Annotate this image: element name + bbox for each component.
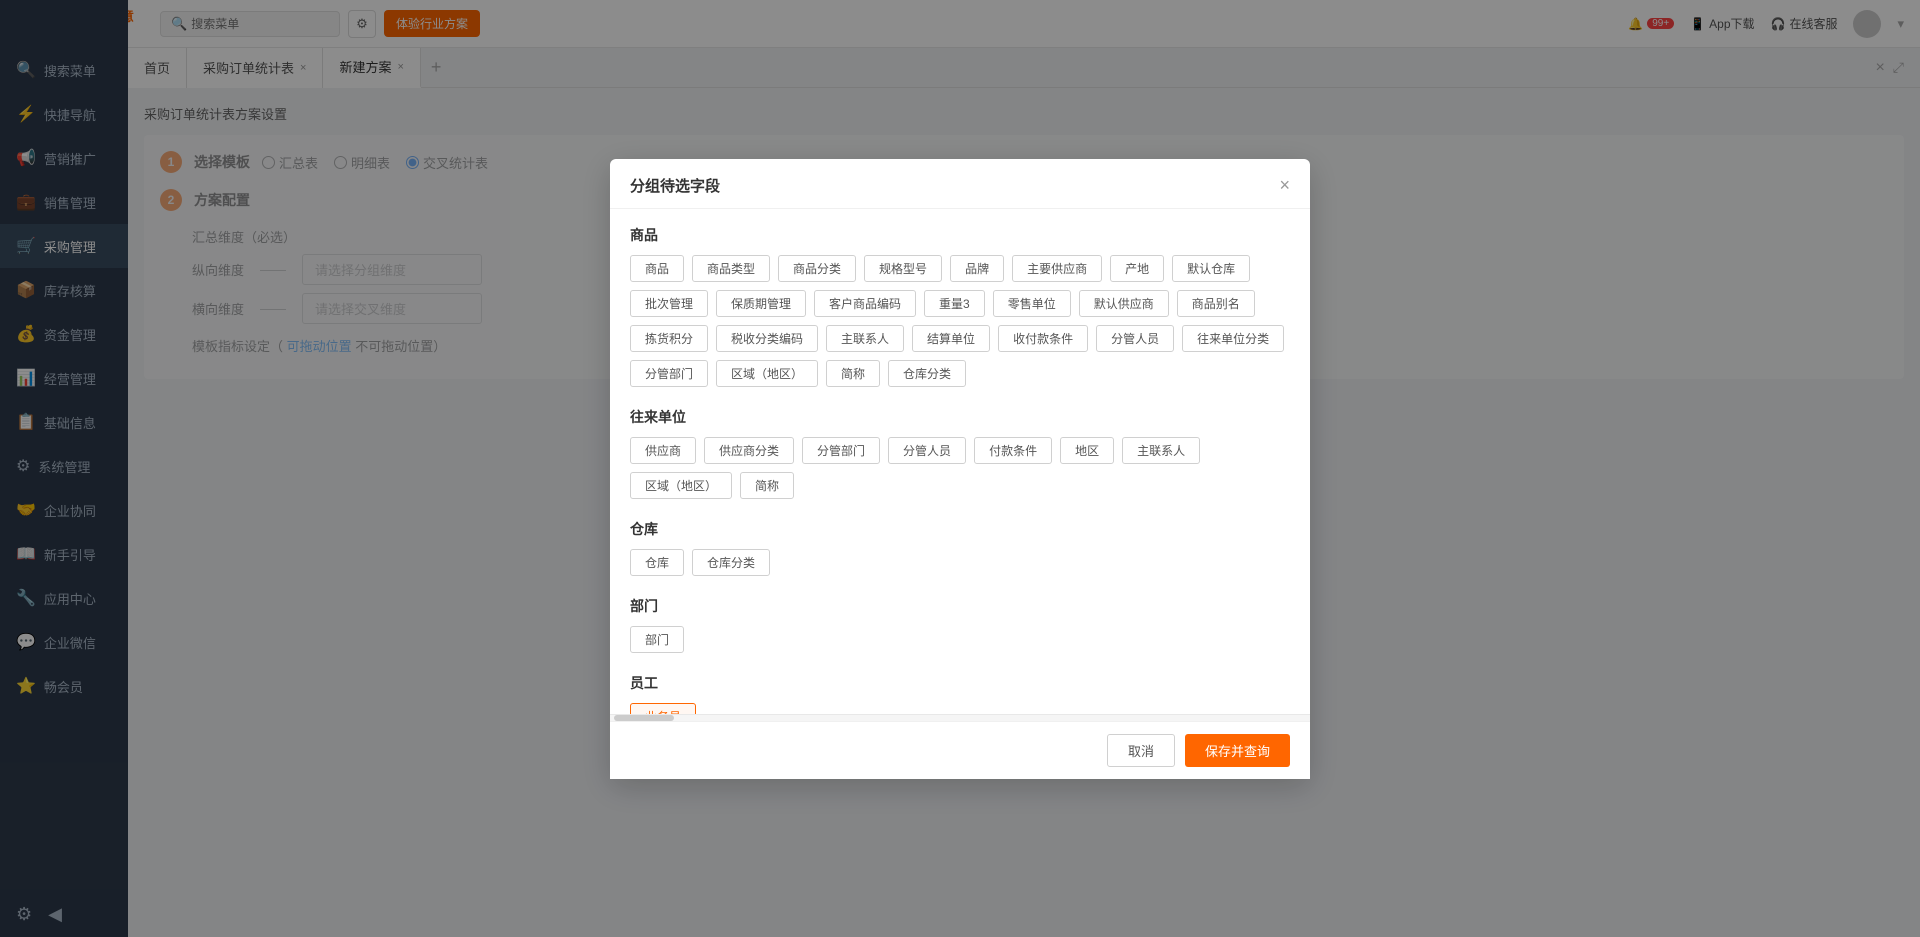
field-tag[interactable]: 分管部门 [630, 360, 708, 387]
field-tag[interactable]: 商品别名 [1177, 290, 1255, 317]
modal-header: 分组待选字段 × [610, 159, 1310, 209]
section-goods-fields: 商品 商品类型 商品分类 规格型号 品牌 主要供应商 产地 默认仓库 批次管理 … [630, 255, 1290, 387]
field-tag[interactable]: 商品分类 [778, 255, 856, 282]
field-tag[interactable]: 默认供应商 [1079, 290, 1169, 317]
field-tag[interactable]: 保质期管理 [716, 290, 806, 317]
field-tag[interactable]: 简称 [740, 472, 794, 499]
field-tag[interactable]: 批次管理 [630, 290, 708, 317]
modal-body: 商品 商品 商品类型 商品分类 规格型号 品牌 主要供应商 产地 默认仓库 批次… [610, 209, 1310, 714]
section-department: 部门 部门 [630, 596, 1290, 653]
field-tag[interactable]: 分管人员 [888, 437, 966, 464]
section-department-fields: 部门 [630, 626, 1290, 653]
field-tag[interactable]: 部门 [630, 626, 684, 653]
field-tag[interactable]: 简称 [826, 360, 880, 387]
field-tag[interactable]: 拣货积分 [630, 325, 708, 352]
confirm-button[interactable]: 保存并查询 [1185, 734, 1290, 767]
field-tag[interactable]: 分管部门 [802, 437, 880, 464]
modal-close-button[interactable]: × [1279, 175, 1290, 196]
field-select-modal: 分组待选字段 × 商品 商品 商品类型 商品分类 规格型号 品牌 主要供应商 产… [610, 159, 1310, 779]
field-tag[interactable]: 商品类型 [692, 255, 770, 282]
section-department-title: 部门 [630, 596, 1290, 616]
section-employee: 员工 业务员 [630, 673, 1290, 714]
section-partner-title: 往来单位 [630, 407, 1290, 427]
modal-title: 分组待选字段 [630, 175, 720, 196]
field-tag[interactable]: 供应商分类 [704, 437, 794, 464]
section-partner: 往来单位 供应商 供应商分类 分管部门 分管人员 付款条件 地区 主联系人 区域… [630, 407, 1290, 499]
section-warehouse-fields: 仓库 仓库分类 [630, 549, 1290, 576]
field-tag[interactable]: 客户商品编码 [814, 290, 916, 317]
field-tag[interactable]: 区域（地区） [716, 360, 818, 387]
field-tag[interactable]: 往来单位分类 [1182, 325, 1284, 352]
modal-footer: 取消 保存并查询 [610, 721, 1310, 779]
field-tag[interactable]: 商品 [630, 255, 684, 282]
field-tag[interactable]: 规格型号 [864, 255, 942, 282]
field-tag[interactable]: 主联系人 [1122, 437, 1200, 464]
section-warehouse: 仓库 仓库 仓库分类 [630, 519, 1290, 576]
field-tag[interactable]: 品牌 [950, 255, 1004, 282]
section-warehouse-title: 仓库 [630, 519, 1290, 539]
field-tag[interactable]: 分管人员 [1096, 325, 1174, 352]
field-tag[interactable]: 地区 [1060, 437, 1114, 464]
section-employee-fields: 业务员 [630, 703, 1290, 714]
field-tag[interactable]: 仓库分类 [888, 360, 966, 387]
field-tag[interactable]: 结算单位 [912, 325, 990, 352]
field-tag[interactable]: 仓库分类 [692, 549, 770, 576]
field-tag[interactable]: 默认仓库 [1172, 255, 1250, 282]
section-employee-title: 员工 [630, 673, 1290, 693]
field-tag[interactable]: 重量3 [924, 290, 985, 317]
field-tag[interactable]: 供应商 [630, 437, 696, 464]
section-partner-fields: 供应商 供应商分类 分管部门 分管人员 付款条件 地区 主联系人 区域（地区） … [630, 437, 1290, 499]
modal-backdrop: 分组待选字段 × 商品 商品 商品类型 商品分类 规格型号 品牌 主要供应商 产… [0, 0, 1920, 937]
field-tag[interactable]: 仓库 [630, 549, 684, 576]
field-tag[interactable]: 产地 [1110, 255, 1164, 282]
field-tag-selected[interactable]: 业务员 [630, 703, 696, 714]
section-goods: 商品 商品 商品类型 商品分类 规格型号 品牌 主要供应商 产地 默认仓库 批次… [630, 225, 1290, 387]
section-goods-title: 商品 [630, 225, 1290, 245]
field-tag[interactable]: 主要供应商 [1012, 255, 1102, 282]
field-tag[interactable]: 付款条件 [974, 437, 1052, 464]
modal-horizontal-scrollbar[interactable] [610, 714, 1310, 721]
field-tag[interactable]: 税收分类编码 [716, 325, 818, 352]
field-tag[interactable]: 主联系人 [826, 325, 904, 352]
field-tag[interactable]: 区域（地区） [630, 472, 732, 499]
field-tag[interactable]: 零售单位 [993, 290, 1071, 317]
cancel-button[interactable]: 取消 [1107, 734, 1175, 767]
field-tag[interactable]: 收付款条件 [998, 325, 1088, 352]
